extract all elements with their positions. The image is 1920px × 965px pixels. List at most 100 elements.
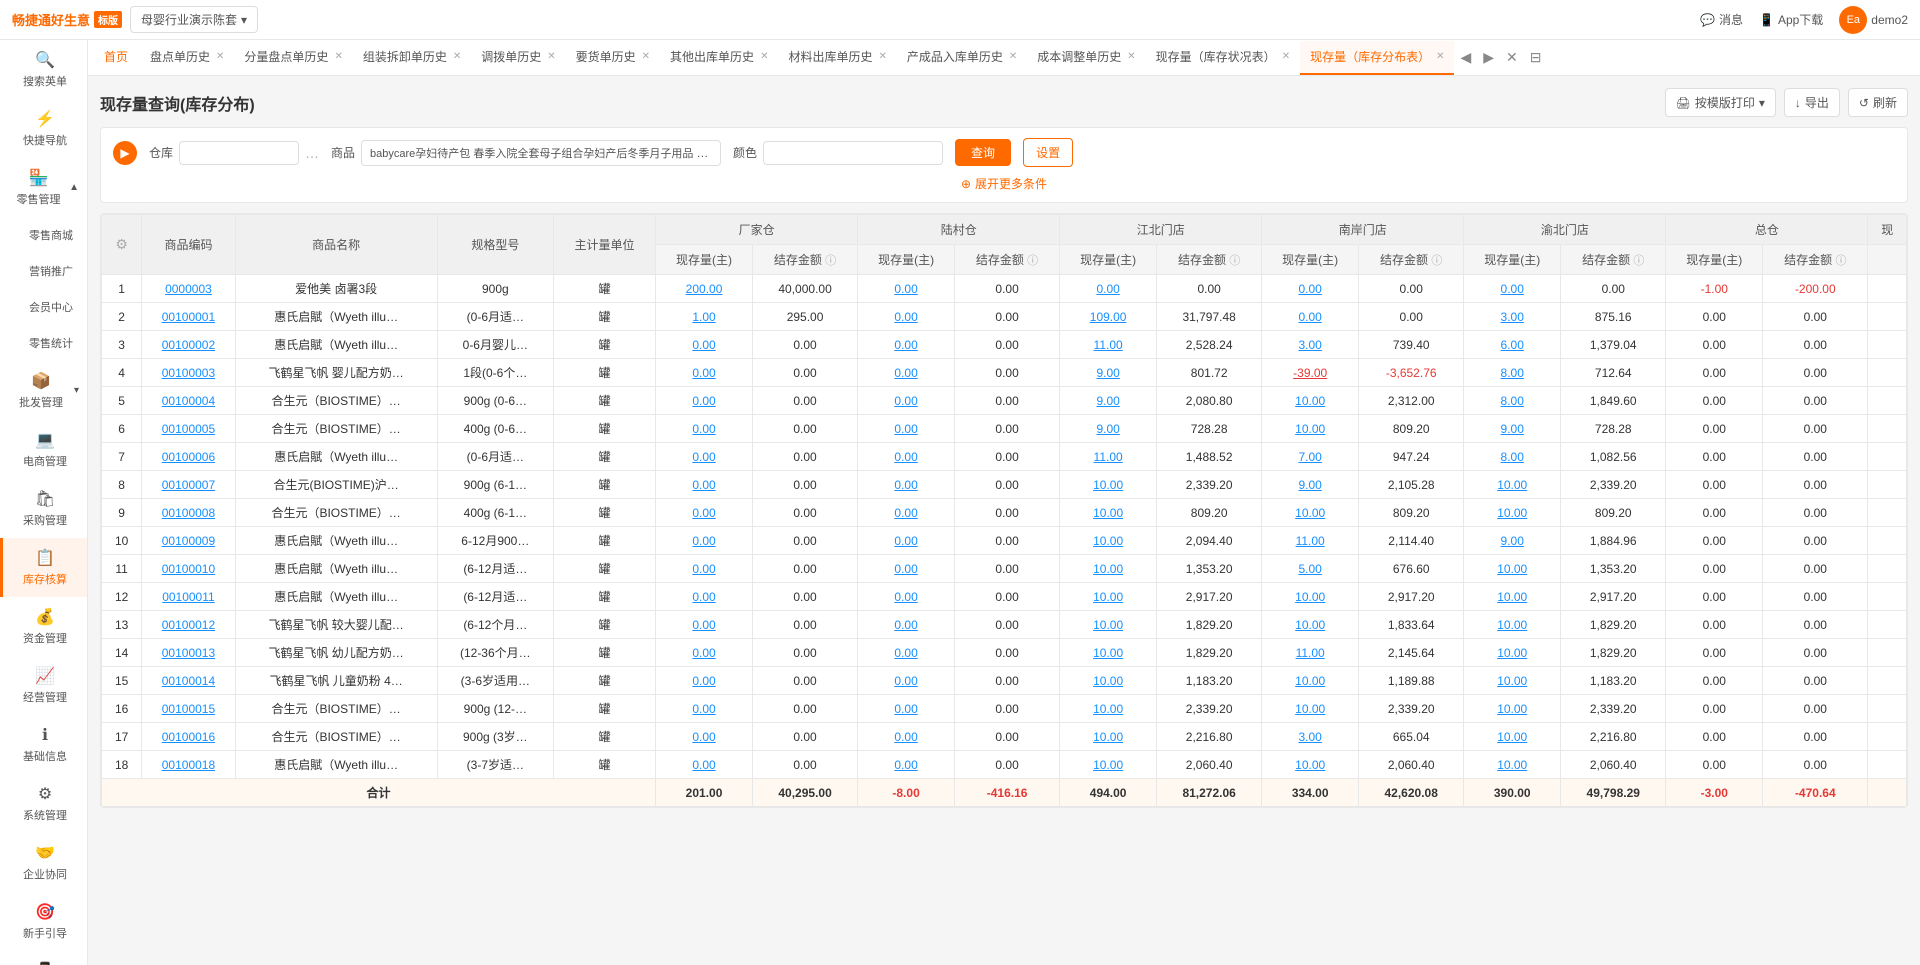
stock-link[interactable]: 0.00 (692, 394, 715, 408)
stock-link[interactable]: 0.00 (692, 702, 715, 716)
stock-link[interactable]: 11.00 (1094, 338, 1123, 352)
sidebar-item-retail-shop[interactable]: 零售商城 (0, 217, 87, 253)
code-link[interactable]: 00100012 (162, 618, 215, 632)
tab-next-btn[interactable]: ▶ (1477, 41, 1500, 75)
stock-link[interactable]: 10.00 (1093, 702, 1123, 716)
tab-home[interactable]: 首页 (92, 41, 140, 75)
tab-inventory-count[interactable]: 盘点单历史 ✕ (140, 41, 234, 75)
code-link[interactable]: 00100015 (162, 702, 215, 716)
tab-prev-btn[interactable]: ◀ (1454, 41, 1477, 75)
stock-link[interactable]: 0.00 (894, 646, 917, 660)
app-download-btn[interactable]: 📱 App下载 (1759, 11, 1823, 28)
stock-link[interactable]: 0.00 (692, 758, 715, 772)
stock-link[interactable]: 0.00 (894, 562, 917, 576)
stock-link[interactable]: 0.00 (894, 366, 917, 380)
stock-link[interactable]: 0.00 (1298, 282, 1321, 296)
stock-link[interactable]: 0.00 (894, 506, 917, 520)
sidebar-item-nav[interactable]: ⚡ 快捷导航 (0, 99, 87, 158)
sidebar-item-member[interactable]: 会员中心 (0, 289, 87, 325)
close-icon[interactable]: ✕ (1282, 51, 1290, 62)
sidebar-item-finance[interactable]: 💰 资金管理 (0, 597, 87, 656)
refresh-btn[interactable]: ↺ 刷新 (1848, 88, 1908, 117)
sidebar-item-system[interactable]: ⚙ 系统管理 (0, 774, 87, 833)
stock-link[interactable]: 0.00 (692, 478, 715, 492)
close-icon[interactable]: ✕ (216, 51, 224, 62)
stock-link[interactable]: 10.00 (1093, 534, 1123, 548)
close-icon[interactable]: ✕ (878, 51, 886, 62)
gear-icon[interactable]: ⚙ (115, 236, 128, 252)
stock-link[interactable]: 8.00 (1501, 366, 1524, 380)
stock-link[interactable]: 0.00 (894, 702, 917, 716)
warehouse-input[interactable] (179, 141, 299, 165)
stock-link[interactable]: 10.00 (1497, 618, 1527, 632)
code-link[interactable]: 00100003 (162, 366, 215, 380)
info-icon[interactable]: ⓘ (1229, 255, 1240, 267)
tab-cost-adjust[interactable]: 成本调整单历史 ✕ (1027, 41, 1145, 75)
tab-transfer[interactable]: 调拨单历史 ✕ (471, 41, 565, 75)
stock-link[interactable]: 10.00 (1093, 730, 1123, 744)
stock-link[interactable]: 8.00 (1501, 450, 1524, 464)
stock-link[interactable]: 7.00 (1298, 450, 1321, 464)
sidebar-item-search[interactable]: 🔍 搜索英单 (0, 40, 87, 99)
info-icon[interactable]: ⓘ (1633, 255, 1644, 267)
close-icon[interactable]: ✕ (453, 51, 461, 62)
stock-link[interactable]: 0.00 (894, 338, 917, 352)
stock-link[interactable]: 0.00 (894, 618, 917, 632)
info-icon[interactable]: ⓘ (1027, 255, 1038, 267)
sidebar-item-wholesale[interactable]: 📦 批发管理 ▾ (0, 361, 87, 420)
code-link[interactable]: 00100011 (162, 590, 215, 604)
code-link[interactable]: 00100009 (162, 534, 215, 548)
stock-link[interactable]: 1.00 (692, 310, 715, 324)
stock-link[interactable]: 9.00 (1501, 422, 1524, 436)
code-link[interactable]: 0000003 (165, 282, 212, 296)
sidebar-item-stock[interactable]: 📋 库存核算 (0, 538, 87, 597)
stock-link[interactable]: 10.00 (1497, 674, 1527, 688)
stock-link[interactable]: 10.00 (1093, 758, 1123, 772)
tab-stock-status[interactable]: 现存量（库存状况表） ✕ (1146, 41, 1300, 75)
code-link[interactable]: 00100002 (162, 338, 215, 352)
stock-link[interactable]: 0.00 (894, 758, 917, 772)
close-icon[interactable]: ✕ (547, 51, 555, 62)
stock-link[interactable]: 10.00 (1093, 506, 1123, 520)
sidebar-item-purchase[interactable]: 🛍 采购管理 (0, 479, 87, 538)
stock-link[interactable]: 0.00 (692, 618, 715, 632)
tab-product-in[interactable]: 产成品入库单历史 ✕ (897, 41, 1027, 75)
close-icon[interactable]: ✕ (760, 51, 768, 62)
collapse-btn[interactable]: ▶ (113, 141, 137, 165)
code-link[interactable]: 00100004 (162, 394, 215, 408)
close-icon[interactable]: ✕ (1436, 51, 1444, 62)
query-button[interactable]: 查询 (955, 139, 1011, 166)
sidebar-item-retail[interactable]: 🏪 零售管理 ▲ (0, 158, 87, 217)
stock-link[interactable]: 10.00 (1295, 394, 1325, 408)
code-link[interactable]: 00100007 (162, 478, 215, 492)
stock-link[interactable]: 0.00 (1298, 310, 1321, 324)
color-input[interactable] (763, 141, 943, 165)
stock-link[interactable]: 0.00 (894, 730, 917, 744)
stock-link[interactable]: 11.00 (1094, 450, 1123, 464)
stock-link[interactable]: 0.00 (692, 422, 715, 436)
stock-link[interactable]: 10.00 (1497, 730, 1527, 744)
stock-link[interactable]: 0.00 (692, 506, 715, 520)
stock-link[interactable]: 8.00 (1501, 394, 1524, 408)
message-btn[interactable]: 💬 消息 (1700, 11, 1743, 28)
stock-link[interactable]: 10.00 (1295, 702, 1325, 716)
stock-link[interactable]: 0.00 (894, 534, 917, 548)
code-link[interactable]: 00100016 (162, 730, 215, 744)
sidebar-item-base[interactable]: ℹ 基础信息 (0, 715, 87, 774)
stock-link[interactable]: 10.00 (1093, 478, 1123, 492)
stock-link[interactable]: 0.00 (894, 282, 917, 296)
stock-link[interactable]: 10.00 (1497, 646, 1527, 660)
stock-link[interactable]: 3.00 (1298, 338, 1321, 352)
sidebar-item-ops[interactable]: 📈 经营管理 (0, 656, 87, 715)
info-icon[interactable]: ⓘ (1431, 255, 1442, 267)
stock-link[interactable]: 10.00 (1093, 562, 1123, 576)
stock-link[interactable]: 10.00 (1295, 758, 1325, 772)
stock-link[interactable]: 0.00 (692, 590, 715, 604)
stock-link[interactable]: 0.00 (692, 646, 715, 660)
stock-link[interactable]: 0.00 (894, 310, 917, 324)
stock-link[interactable]: 10.00 (1295, 674, 1325, 688)
stock-link[interactable]: 9.00 (1501, 534, 1524, 548)
stock-link[interactable]: 10.00 (1093, 590, 1123, 604)
stock-link[interactable]: 0.00 (692, 450, 715, 464)
close-icon[interactable]: ✕ (1009, 51, 1017, 62)
